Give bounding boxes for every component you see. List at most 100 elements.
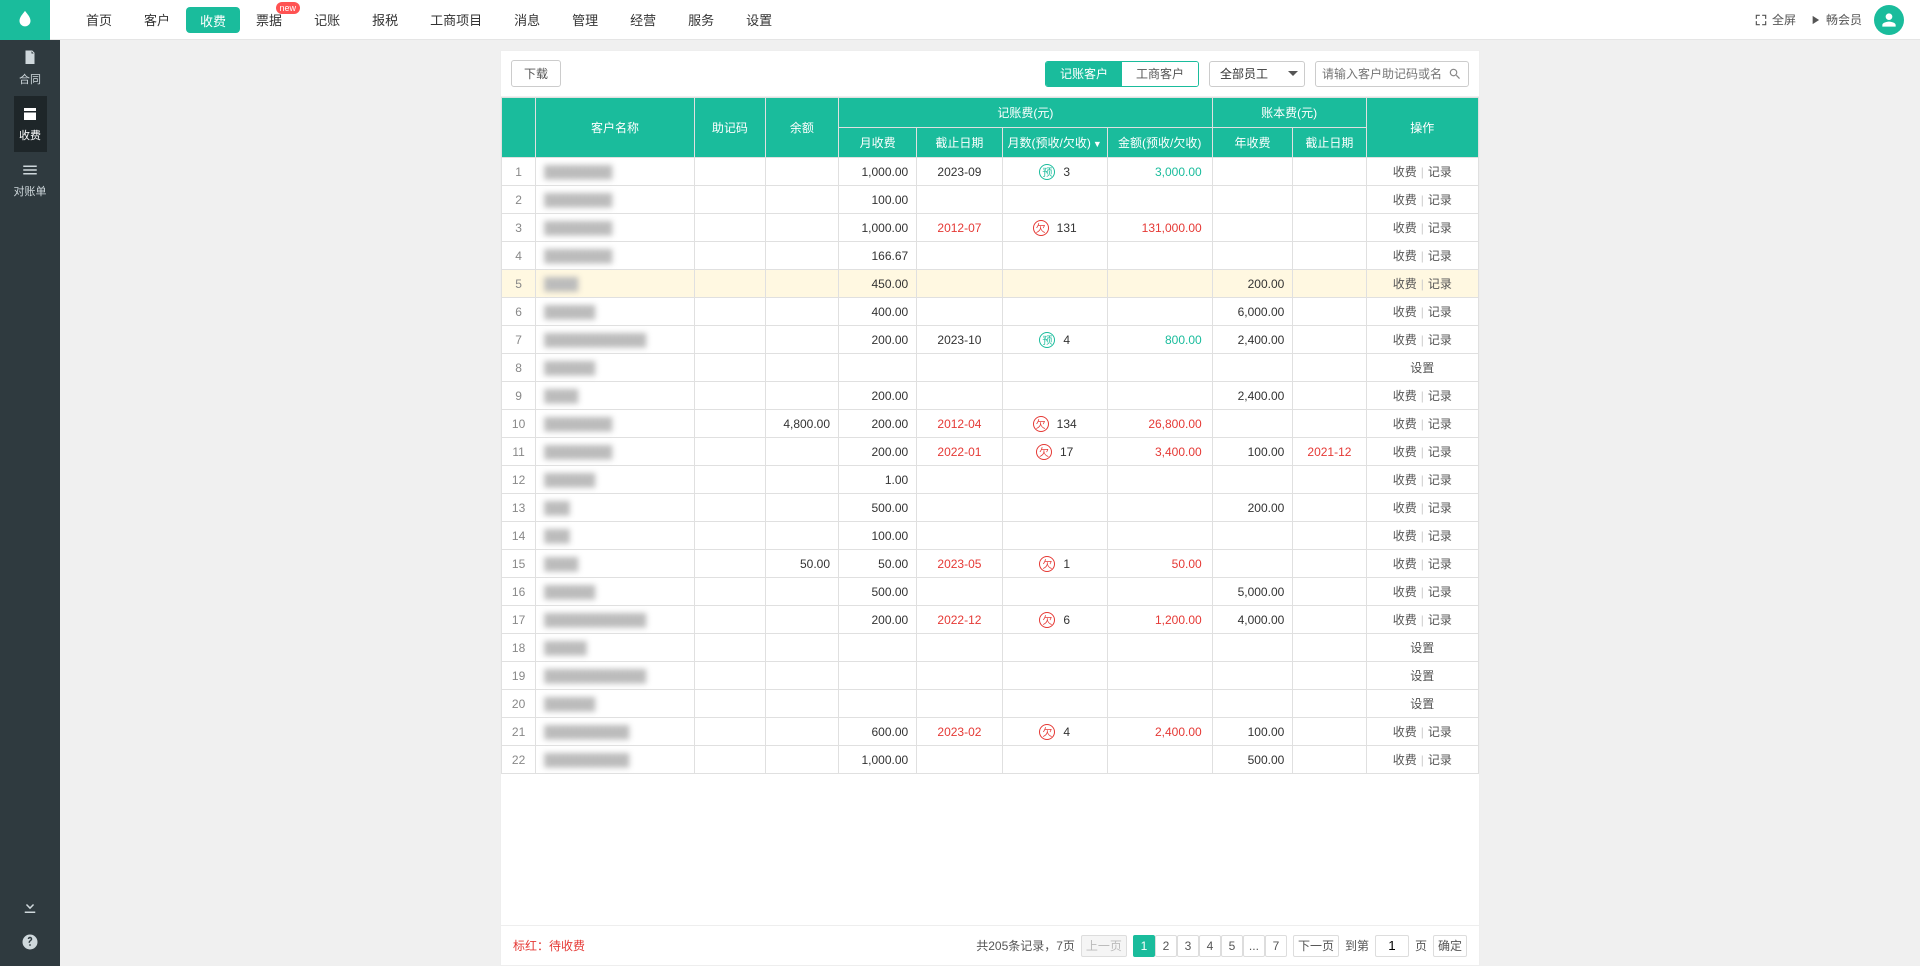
op-charge[interactable]: 收费 [1393, 193, 1417, 207]
op-record[interactable]: 记录 [1428, 585, 1452, 599]
nav-记账[interactable]: 记账 [298, 0, 356, 39]
op-charge[interactable]: 收费 [1393, 613, 1417, 627]
op-charge[interactable]: 收费 [1393, 277, 1417, 291]
pager-page[interactable]: 3 [1177, 935, 1199, 957]
op-record[interactable]: 记录 [1428, 529, 1452, 543]
op-record[interactable]: 记录 [1428, 557, 1452, 571]
op-record[interactable]: 记录 [1428, 417, 1452, 431]
nav-票据[interactable]: 票据new [240, 0, 298, 39]
seg-business[interactable]: 工商客户 [1122, 62, 1198, 86]
pager-page[interactable]: 4 [1199, 935, 1221, 957]
op-charge[interactable]: 收费 [1393, 445, 1417, 459]
op-charge[interactable]: 收费 [1393, 529, 1417, 543]
download-icon[interactable] [21, 898, 39, 919]
table-row[interactable]: 13███500.00200.00收费|记录 [502, 494, 1479, 522]
table-row[interactable]: 5████450.00200.00收费|记录 [502, 270, 1479, 298]
op-setup[interactable]: 设置 [1410, 669, 1434, 683]
op-charge[interactable]: 收费 [1393, 165, 1417, 179]
seg-accounting[interactable]: 记账客户 [1046, 62, 1122, 86]
table-row[interactable]: 2████████100.00收费|记录 [502, 186, 1479, 214]
th-monthfee[interactable]: 月收费 [839, 128, 917, 158]
th-amt[interactable]: 金额(预收/欠收) [1107, 128, 1212, 158]
table-row[interactable]: 12██████1.00收费|记录 [502, 466, 1479, 494]
nav-消息[interactable]: 消息 [498, 0, 556, 39]
goto-input[interactable] [1375, 935, 1409, 957]
member-button[interactable]: 畅会员 [1808, 11, 1862, 28]
goto-confirm[interactable]: 确定 [1433, 935, 1467, 957]
table-row[interactable]: 6██████400.006,000.00收费|记录 [502, 298, 1479, 326]
op-record[interactable]: 记录 [1428, 753, 1452, 767]
table-row[interactable]: 8██████设置 [502, 354, 1479, 382]
op-record[interactable]: 记录 [1428, 305, 1452, 319]
op-charge[interactable]: 收费 [1393, 725, 1417, 739]
op-setup[interactable]: 设置 [1410, 361, 1434, 375]
staff-select[interactable]: 全部员工 [1209, 61, 1305, 87]
th-yearfee[interactable]: 年收费 [1212, 128, 1293, 158]
pager-prev[interactable]: 上一页 [1081, 935, 1127, 957]
leftbar-合同[interactable]: 合同 [14, 40, 47, 96]
op-record[interactable]: 记录 [1428, 333, 1452, 347]
op-charge[interactable]: 收费 [1393, 221, 1417, 235]
table-row[interactable]: 15████50.0050.002023-05欠150.00收费|记录 [502, 550, 1479, 578]
pager-page[interactable]: 1 [1133, 935, 1155, 957]
fullscreen-button[interactable]: 全屏 [1754, 11, 1796, 28]
table-row[interactable]: 9████200.002,400.00收费|记录 [502, 382, 1479, 410]
op-record[interactable]: 记录 [1428, 613, 1452, 627]
nav-服务[interactable]: 服务 [672, 0, 730, 39]
support-icon[interactable] [21, 933, 39, 954]
table-row[interactable]: 19████████████设置 [502, 662, 1479, 690]
op-record[interactable]: 记录 [1428, 389, 1452, 403]
table-row[interactable]: 18█████设置 [502, 634, 1479, 662]
table-wrap[interactable]: 客户名称 助记码 余额 记账费(元) 账本费(元) 操作 月收费 截止日期 月数… [501, 97, 1479, 925]
pager-page[interactable]: 7 [1265, 935, 1287, 957]
op-charge[interactable]: 收费 [1393, 333, 1417, 347]
op-charge[interactable]: 收费 [1393, 557, 1417, 571]
pager-page[interactable]: 2 [1155, 935, 1177, 957]
table-row[interactable]: 21██████████600.002023-02欠42,400.00100.0… [502, 718, 1479, 746]
table-row[interactable]: 16██████500.005,000.00收费|记录 [502, 578, 1479, 606]
nav-客户[interactable]: 客户 [128, 0, 186, 39]
op-record[interactable]: 记录 [1428, 501, 1452, 515]
download-button[interactable]: 下载 [511, 60, 561, 87]
th-mnemonic[interactable]: 助记码 [694, 98, 765, 158]
op-setup[interactable]: 设置 [1410, 641, 1434, 655]
op-charge[interactable]: 收费 [1393, 473, 1417, 487]
table-row[interactable]: 7████████████200.002023-10预4800.002,400.… [502, 326, 1479, 354]
th-deadline1[interactable]: 截止日期 [917, 128, 1002, 158]
nav-设置[interactable]: 设置 [730, 0, 788, 39]
op-charge[interactable]: 收费 [1393, 501, 1417, 515]
table-row[interactable]: 17████████████200.002022-12欠61,200.004,0… [502, 606, 1479, 634]
op-record[interactable]: 记录 [1428, 193, 1452, 207]
op-record[interactable]: 记录 [1428, 277, 1452, 291]
op-charge[interactable]: 收费 [1393, 753, 1417, 767]
table-row[interactable]: 22██████████1,000.00500.00收费|记录 [502, 746, 1479, 774]
leftbar-收费[interactable]: 收费 [14, 96, 47, 152]
op-charge[interactable]: 收费 [1393, 305, 1417, 319]
op-charge[interactable]: 收费 [1393, 389, 1417, 403]
nav-管理[interactable]: 管理 [556, 0, 614, 39]
table-row[interactable]: 3████████1,000.002012-07欠131131,000.00收费… [502, 214, 1479, 242]
op-record[interactable]: 记录 [1428, 445, 1452, 459]
nav-经营[interactable]: 经营 [614, 0, 672, 39]
avatar[interactable] [1874, 5, 1904, 35]
op-charge[interactable]: 收费 [1393, 585, 1417, 599]
table-row[interactable]: 14███100.00收费|记录 [502, 522, 1479, 550]
pager-page[interactable]: 5 [1221, 935, 1243, 957]
th-name[interactable]: 客户名称 [536, 98, 695, 158]
op-setup[interactable]: 设置 [1410, 697, 1434, 711]
op-record[interactable]: 记录 [1428, 725, 1452, 739]
op-charge[interactable]: 收费 [1393, 417, 1417, 431]
nav-首页[interactable]: 首页 [70, 0, 128, 39]
table-row[interactable]: 11████████200.002022-01欠173,400.00100.00… [502, 438, 1479, 466]
op-record[interactable]: 记录 [1428, 249, 1452, 263]
search-input[interactable] [1322, 67, 1442, 81]
table-row[interactable]: 4████████166.67收费|记录 [502, 242, 1479, 270]
table-row[interactable]: 10████████4,800.00200.002012-04欠13426,80… [502, 410, 1479, 438]
leftbar-对账单[interactable]: 对账单 [14, 152, 47, 208]
op-record[interactable]: 记录 [1428, 165, 1452, 179]
th-months[interactable]: 月数(预收/欠收)▼ [1002, 128, 1107, 158]
table-row[interactable]: 1████████1,000.002023-09预33,000.00收费|记录 [502, 158, 1479, 186]
pager-next[interactable]: 下一页 [1293, 935, 1339, 957]
table-row[interactable]: 20██████设置 [502, 690, 1479, 718]
op-record[interactable]: 记录 [1428, 473, 1452, 487]
